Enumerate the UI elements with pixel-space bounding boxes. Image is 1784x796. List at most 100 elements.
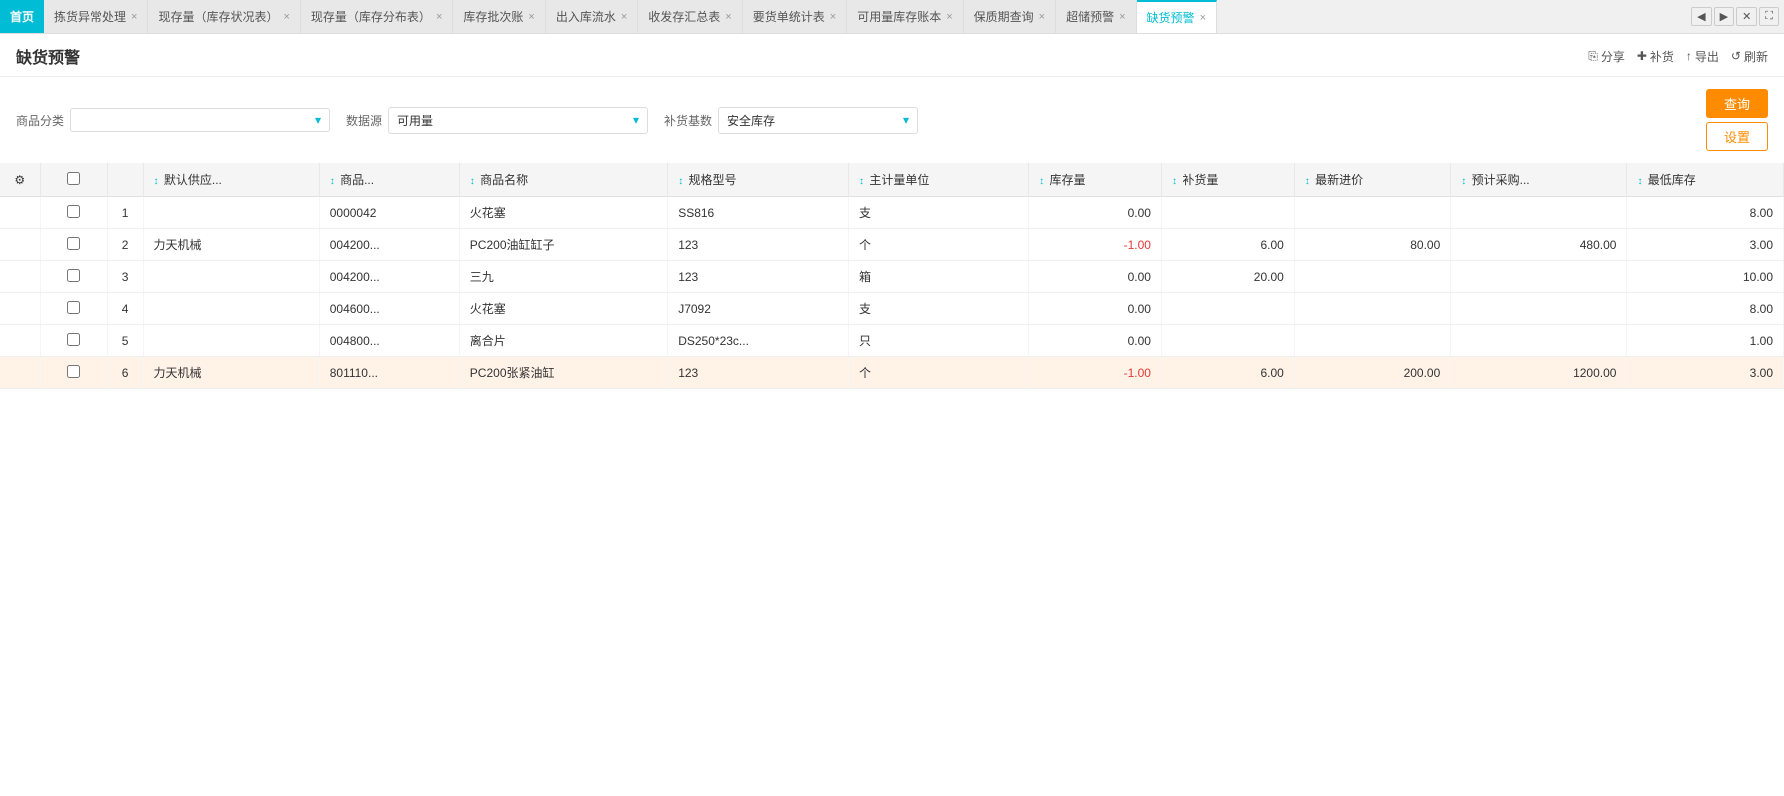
tab-close-shortage[interactable]: × bbox=[1200, 12, 1206, 24]
row-spec: J7092 bbox=[668, 293, 849, 325]
tab-prev-button[interactable]: ◀ bbox=[1691, 7, 1711, 26]
tab-inout-flow[interactable]: 出入库流水 × bbox=[546, 0, 638, 34]
row-stock: -1.00 bbox=[1029, 357, 1162, 389]
tab-close-batch[interactable]: × bbox=[528, 11, 534, 23]
col-latest-price[interactable]: ↕ 最新进价 bbox=[1294, 163, 1450, 197]
col-replenish-qty[interactable]: ↕ 补货量 bbox=[1161, 163, 1294, 197]
tab-close-abnormal[interactable]: × bbox=[131, 11, 137, 23]
row-num-cell: 2 bbox=[107, 229, 143, 261]
row-checkbox[interactable] bbox=[67, 237, 80, 250]
row-unit: 只 bbox=[849, 325, 1029, 357]
tab-close-available-ledger[interactable]: × bbox=[946, 11, 952, 23]
col-unit[interactable]: ↕ 主计量单位 bbox=[849, 163, 1029, 197]
row-min-stock: 10.00 bbox=[1627, 261, 1784, 293]
tab-shortage[interactable]: 缺货预警 × bbox=[1137, 0, 1217, 34]
tab-close-overstock[interactable]: × bbox=[1119, 11, 1125, 23]
page-title: 缺货预警 bbox=[16, 44, 80, 68]
col-product-name[interactable]: ↕ 商品名称 bbox=[459, 163, 667, 197]
tab-stock-status[interactable]: 现存量（库存状况表） × bbox=[148, 0, 300, 34]
row-gear-cell bbox=[0, 293, 40, 325]
row-unit: 个 bbox=[849, 229, 1029, 261]
replenish-qty-sort-icon: ↕ bbox=[1172, 176, 1177, 187]
tab-close-receive-summary[interactable]: × bbox=[725, 11, 731, 23]
tab-close-expiry[interactable]: × bbox=[1039, 11, 1045, 23]
row-checkbox-cell[interactable] bbox=[40, 357, 107, 389]
row-latest-price bbox=[1294, 261, 1450, 293]
row-checkbox[interactable] bbox=[67, 333, 80, 346]
refresh-button[interactable]: ↺ 刷新 bbox=[1731, 48, 1768, 65]
tab-close-stock-dist[interactable]: × bbox=[436, 11, 442, 23]
tab-batch[interactable]: 库存批次账 × bbox=[453, 0, 545, 34]
row-gear-cell bbox=[0, 197, 40, 229]
tab-available-ledger[interactable]: 可用量库存账本 × bbox=[847, 0, 963, 34]
filter-area: 商品分类 ▾ 数据源 可用量 ▾ 补货基数 安全库存 ▾ 查询 设置 bbox=[0, 77, 1784, 163]
tab-nav-buttons: ◀ ▶ ✕ ⛶ bbox=[1686, 7, 1784, 26]
tab-next-button[interactable]: ▶ bbox=[1714, 7, 1734, 26]
col-supplier[interactable]: ↕ 默认供应... bbox=[143, 163, 319, 197]
tab-close-inout-flow[interactable]: × bbox=[621, 11, 627, 23]
row-checkbox-cell[interactable] bbox=[40, 261, 107, 293]
stock-sort-icon: ↕ bbox=[1039, 176, 1044, 187]
row-checkbox[interactable] bbox=[67, 365, 80, 378]
row-supplier: 力天机械 bbox=[143, 229, 319, 261]
category-select[interactable]: ▾ bbox=[70, 108, 330, 132]
row-product-code: 004600... bbox=[319, 293, 459, 325]
row-checkbox[interactable] bbox=[67, 205, 80, 218]
row-num-cell: 3 bbox=[107, 261, 143, 293]
row-replenish-qty: 20.00 bbox=[1161, 261, 1294, 293]
row-checkbox[interactable] bbox=[67, 301, 80, 314]
col-product-code[interactable]: ↕ 商品... bbox=[319, 163, 459, 197]
data-table: ⚙ ↕ 默认供应... ↕ 商品... ↕ bbox=[0, 163, 1784, 389]
replenish-button[interactable]: ✚ 补货 bbox=[1637, 48, 1674, 65]
col-spec[interactable]: ↕ 规格型号 bbox=[668, 163, 849, 197]
col-min-stock[interactable]: ↕ 最低库存 bbox=[1627, 163, 1784, 197]
refresh-icon: ↺ bbox=[1731, 49, 1741, 63]
datasource-select[interactable]: 可用量 ▾ bbox=[388, 107, 648, 134]
row-checkbox-cell[interactable] bbox=[40, 229, 107, 261]
row-checkbox-cell[interactable] bbox=[40, 293, 107, 325]
row-num-cell: 6 bbox=[107, 357, 143, 389]
tab-order-stats[interactable]: 要货单统计表 × bbox=[743, 0, 847, 34]
replenish-base-dropdown-icon: ▾ bbox=[903, 113, 909, 127]
replenish-base-select[interactable]: 安全库存 ▾ bbox=[718, 107, 918, 134]
row-stock: 0.00 bbox=[1029, 197, 1162, 229]
datasource-value: 可用量 bbox=[397, 112, 433, 129]
col-stock[interactable]: ↕ 库存量 bbox=[1029, 163, 1162, 197]
row-estimated-purchase: 480.00 bbox=[1451, 229, 1627, 261]
tab-home[interactable]: 首页 bbox=[0, 0, 44, 34]
filter-actions: 查询 设置 bbox=[1706, 89, 1768, 151]
tab-abnormal[interactable]: 拣货异常处理 × bbox=[44, 0, 148, 34]
row-product-code: 004200... bbox=[319, 261, 459, 293]
tab-fullscreen-button[interactable]: ⛶ bbox=[1759, 7, 1779, 26]
row-spec: SS816 bbox=[668, 197, 849, 229]
query-button[interactable]: 查询 bbox=[1706, 89, 1768, 118]
tab-stock-dist[interactable]: 现存量（库存分布表） × bbox=[301, 0, 453, 34]
row-latest-price bbox=[1294, 197, 1450, 229]
row-checkbox-cell[interactable] bbox=[40, 325, 107, 357]
row-checkbox[interactable] bbox=[67, 269, 80, 282]
table-row: 5 004800... 离合片 DS250*23c... 只 0.00 1.00 bbox=[0, 325, 1784, 357]
row-replenish-qty: 6.00 bbox=[1161, 229, 1294, 261]
row-replenish-qty bbox=[1161, 325, 1294, 357]
tab-receive-summary[interactable]: 收发存汇总表 × bbox=[638, 0, 742, 34]
tab-close-order-stats[interactable]: × bbox=[830, 11, 836, 23]
gear-icon[interactable]: ⚙ bbox=[14, 173, 25, 187]
row-latest-price: 200.00 bbox=[1294, 357, 1450, 389]
tab-close-all-button[interactable]: ✕ bbox=[1736, 7, 1757, 26]
settings-button[interactable]: 设置 bbox=[1706, 122, 1768, 151]
export-button[interactable]: ↑ 导出 bbox=[1686, 48, 1719, 65]
select-all-checkbox[interactable] bbox=[67, 172, 80, 185]
col-estimated-purchase[interactable]: ↕ 预计采购... bbox=[1451, 163, 1627, 197]
col-num bbox=[107, 163, 143, 197]
product-name-sort-icon: ↕ bbox=[470, 176, 475, 187]
share-button[interactable]: ⎘ 分享 bbox=[1588, 48, 1625, 65]
page-content: 缺货预警 ⎘ 分享 ✚ 补货 ↑ 导出 ↺ 刷新 商品分类 bbox=[0, 34, 1784, 796]
tab-close-stock-status[interactable]: × bbox=[283, 11, 289, 23]
row-checkbox-cell[interactable] bbox=[40, 197, 107, 229]
replenish-base-value: 安全库存 bbox=[727, 112, 775, 129]
product-code-sort-icon: ↕ bbox=[330, 176, 335, 187]
tab-overstock[interactable]: 超储预警 × bbox=[1056, 0, 1136, 34]
tab-expiry[interactable]: 保质期查询 × bbox=[964, 0, 1056, 34]
row-product-code: 004800... bbox=[319, 325, 459, 357]
col-gear[interactable]: ⚙ bbox=[0, 163, 40, 197]
